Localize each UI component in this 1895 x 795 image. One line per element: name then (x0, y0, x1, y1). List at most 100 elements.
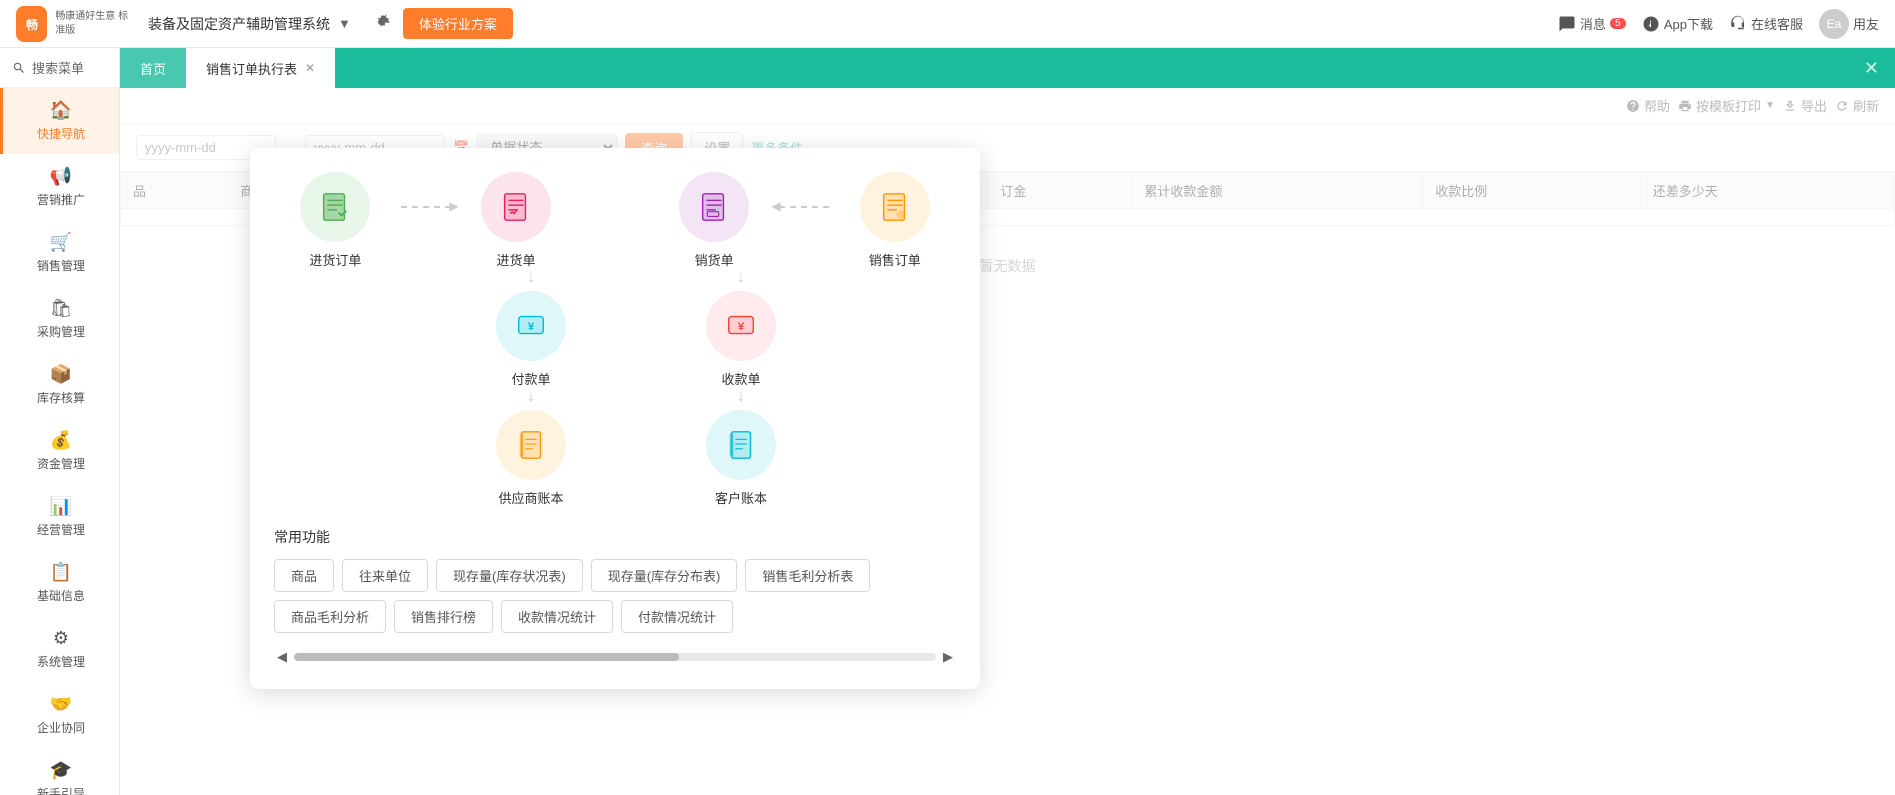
flow-node-sales-bill[interactable]: 销货单 (653, 172, 776, 269)
sidebar-item-system[interactable]: ⚙ 系统管理 (0, 616, 119, 682)
function-btn-1[interactable]: 往来单位 (342, 559, 428, 592)
sales-order-icon (860, 172, 930, 242)
system-title-area[interactable]: 装备及固定资产辅助管理系统 ▼ (148, 14, 351, 34)
purchase-order-icon (300, 172, 370, 242)
down-arrows-row-2: ↓ ↓ (274, 388, 956, 406)
flow-row-1: 进货订单 ▶ (274, 172, 956, 269)
common-functions-title: 常用功能 (274, 527, 956, 547)
message-icon (1558, 15, 1576, 33)
guide-icon: 🎓 (50, 760, 72, 781)
sidebar-item-label: 快捷导航 (37, 125, 85, 142)
app-download-label: App下载 (1664, 14, 1713, 33)
sidebar-item-guide[interactable]: 🎓 新手引导 (0, 748, 119, 795)
logo-text: 畅康通好生意 标准版 (55, 10, 136, 38)
online-service-btn[interactable]: 在线客服 (1729, 14, 1803, 33)
logo-area: 畅 畅康通好生意 标准版 (16, 6, 136, 42)
tab-sales-order[interactable]: 销售订单执行表 ✕ (186, 48, 335, 88)
flow-node-purchase-order[interactable]: 进货订单 (274, 172, 397, 269)
tab-home-label: 首页 (140, 59, 166, 78)
message-badge: 5 (1610, 18, 1626, 29)
sidebar-item-operations[interactable]: 📊 经营管理 (0, 484, 119, 550)
cooperation-icon: 🤝 (50, 694, 72, 715)
function-buttons: 商品往来单位现存量(库存状况表)现存量(库存分布表)销售毛利分析表商品毛利分析销… (274, 559, 956, 633)
tab-home[interactable]: 首页 (120, 48, 186, 88)
arrow-po-to-pb: ▶ (397, 206, 455, 208)
sidebar-item-inventory[interactable]: 📦 库存核算 (0, 352, 119, 418)
svg-text:¥: ¥ (738, 321, 745, 333)
function-btn-8[interactable]: 付款情况统计 (621, 600, 733, 633)
sidebar-item-finance[interactable]: 💰 资金管理 (0, 418, 119, 484)
purchase-bill-label: 进货单 (496, 250, 535, 269)
sales-order-label: 销售订单 (869, 250, 921, 269)
function-btn-4[interactable]: 销售毛利分析表 (745, 559, 870, 592)
finance-icon: 💰 (50, 430, 72, 451)
inventory-icon: 📦 (50, 364, 72, 385)
flow-popup: 进货订单 ▶ (250, 148, 980, 689)
popup-scrollbar[interactable]: ◀ ▶ (274, 649, 956, 665)
sidebar-item-label: 系统管理 (37, 653, 85, 670)
sidebar-item-label: 资金管理 (37, 455, 85, 472)
sidebar-item-marketing[interactable]: 📢 营销推广 (0, 154, 119, 220)
flow-node-purchase-bill[interactable]: 进货单 (455, 172, 578, 269)
tab-close-icon[interactable]: ✕ (305, 61, 315, 75)
flow-node-receipt-bill[interactable]: ¥ 收款单 (676, 291, 806, 388)
settings-icon-btn[interactable] (371, 12, 391, 35)
flow-node-sales-order[interactable]: 销售订单 (833, 172, 956, 269)
system-icon: ⚙ (53, 628, 69, 649)
common-functions: 常用功能 商品往来单位现存量(库存状况表)现存量(库存分布表)销售毛利分析表商品… (274, 527, 956, 633)
tab-sales-order-label: 销售订单执行表 (206, 59, 297, 78)
function-btn-0[interactable]: 商品 (274, 559, 334, 592)
down-arrows-row-1: ↓ ↓ (274, 269, 956, 287)
function-btn-7[interactable]: 收款情况统计 (501, 600, 613, 633)
online-service-label: 在线客服 (1751, 14, 1803, 33)
sidebar-item-quick-nav[interactable]: 🏠 快捷导航 (0, 88, 119, 154)
user-label: 用友 (1853, 14, 1879, 33)
flow-node-payment-bill[interactable]: ¥ 付款单 (466, 291, 596, 388)
sidebar-item-label: 基础信息 (37, 587, 85, 604)
down-arrow-pb: ↓ (466, 269, 596, 287)
receipt-bill-icon: ¥ (706, 291, 776, 361)
search-menu-label: 搜索菜单 (32, 58, 84, 77)
scroll-thumb (294, 653, 679, 661)
tab-bar-close-btn[interactable]: ✕ (1848, 58, 1895, 79)
sidebar-item-cooperation[interactable]: 🤝 企业协同 (0, 682, 119, 748)
sidebar: 搜索菜单 🏠 快捷导航 📢 营销推广 🛒 销售管理 🛍 采购管理 📦 库存核算 (0, 48, 120, 795)
trial-button[interactable]: 体验行业方案 (403, 8, 513, 39)
sidebar-item-purchase[interactable]: 🛍 采购管理 (0, 286, 119, 352)
down-arrow-receipt: ↓ (676, 388, 806, 406)
sidebar-item-basic-info[interactable]: 📋 基础信息 (0, 550, 119, 616)
message-btn[interactable]: 消息 5 (1558, 14, 1626, 33)
flow-node-supplier-ledger[interactable]: 供应商账本 (466, 410, 596, 507)
flow-row-3: 供应商账本 (274, 410, 956, 507)
user-area[interactable]: Ea 用友 (1819, 9, 1879, 39)
flow-node-customer-ledger[interactable]: 客户账本 (676, 410, 806, 507)
scroll-left-btn[interactable]: ◀ (274, 649, 290, 665)
function-btn-5[interactable]: 商品毛利分析 (274, 600, 386, 633)
down-arrow-payment: ↓ (466, 388, 596, 406)
purchase-icon: 🛍 (50, 298, 73, 319)
function-btn-3[interactable]: 现存量(库存分布表) (591, 559, 738, 592)
scroll-track[interactable] (294, 653, 936, 661)
sales-bill-label: 销货单 (695, 250, 734, 269)
sidebar-item-sales[interactable]: 🛒 销售管理 (0, 220, 119, 286)
app-download-btn[interactable]: App下载 (1642, 14, 1713, 33)
purchase-bill-icon (481, 172, 551, 242)
flow-diagram: 进货订单 ▶ (274, 172, 956, 507)
sidebar-item-label: 新手引导 (37, 785, 85, 795)
receipt-bill-label: 收款单 (721, 369, 760, 388)
search-icon (12, 61, 26, 75)
topbar-right: 消息 5 App下载 在线客服 Ea 用友 (1558, 9, 1879, 39)
supplier-ledger-label: 供应商账本 (498, 488, 563, 507)
quick-nav-icon: 🏠 (50, 100, 72, 121)
system-title: 装备及固定资产辅助管理系统 (148, 14, 330, 34)
function-btn-2[interactable]: 现存量(库存状况表) (436, 559, 583, 592)
function-btn-6[interactable]: 销售排行榜 (394, 600, 493, 633)
search-menu-item[interactable]: 搜索菜单 (0, 48, 119, 88)
scroll-right-btn[interactable]: ▶ (940, 649, 956, 665)
supplier-ledger-icon (496, 410, 566, 480)
app-container: 畅 畅康通好生意 标准版 装备及固定资产辅助管理系统 ▼ 体验行业方案 消息 5 (0, 0, 1895, 795)
content-area: 首页 销售订单执行表 ✕ ✕ 帮助 按模板打 (120, 48, 1895, 795)
sidebar-item-label: 企业协同 (37, 719, 85, 736)
svg-text:畅: 畅 (26, 17, 38, 32)
flow-row-2: ¥ 付款单 ¥ (274, 291, 956, 388)
